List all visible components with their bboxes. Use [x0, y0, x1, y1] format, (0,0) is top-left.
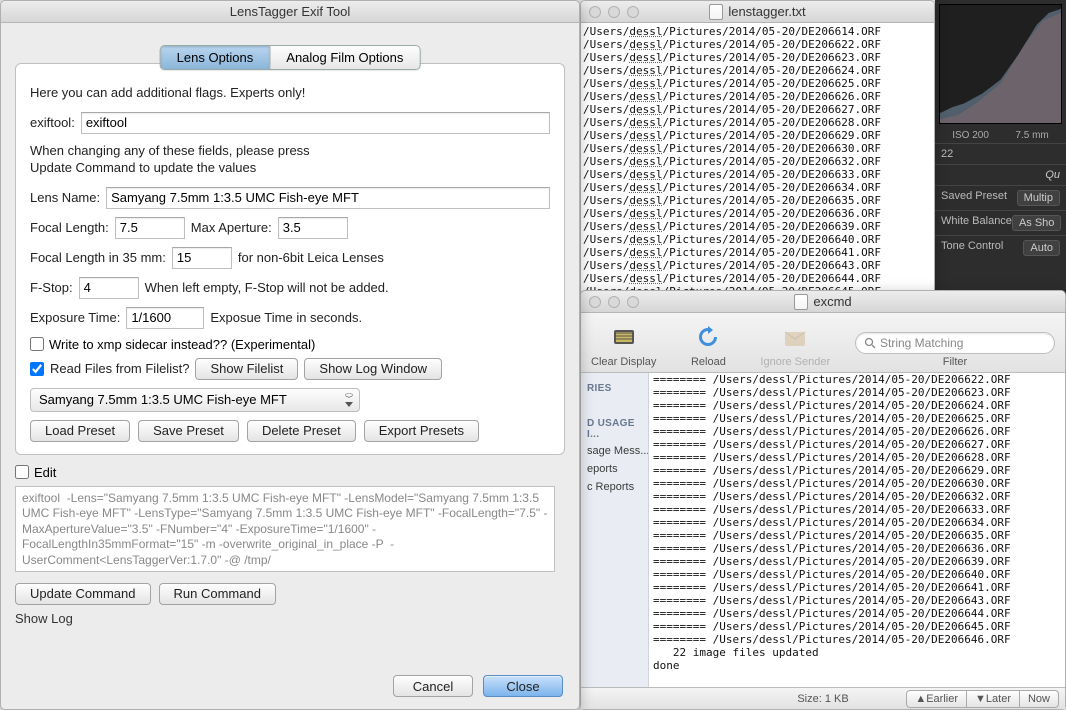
wb-label: White Balance — [941, 215, 1012, 231]
saved-preset-btn[interactable]: Multip — [1017, 190, 1060, 206]
txt-content[interactable]: /Users/dessl/Pictures/2014/05-20/DE20661… — [581, 23, 934, 295]
max-aperture-label: Max Aperture: — [191, 220, 272, 235]
lr-icon-val: 22 — [941, 148, 953, 160]
show-filelist-button[interactable]: Show Filelist — [195, 358, 298, 380]
read-filelist-checkbox[interactable] — [30, 362, 44, 376]
exposure-input[interactable] — [126, 307, 204, 329]
focal-length-label: Focal Length: — [30, 220, 109, 235]
close-icon[interactable] — [589, 296, 601, 308]
focal-label: 7.5 mm — [1015, 130, 1048, 141]
lenstagger-txt-window: lenstagger.txt /Users/dessl/Pictures/201… — [580, 0, 935, 296]
focal-35-label: Focal Length in 35 mm: — [30, 250, 166, 265]
window-title: LensTagger Exif Tool — [230, 4, 350, 19]
status-size: Size: 1 KB — [797, 693, 848, 705]
sidebar-item[interactable]: c Reports — [581, 478, 648, 496]
zoom-icon[interactable] — [627, 6, 639, 18]
save-preset-button[interactable]: Save Preset — [138, 420, 239, 442]
focal-35-suffix: for non-6bit Leica Lenses — [238, 250, 384, 265]
saved-preset-label: Saved Preset — [941, 190, 1007, 206]
lightroom-panel: ISO 200 7.5 mm 22 Qu Saved Preset Multip… — [935, 0, 1066, 296]
exiftool-label: exiftool: — [30, 115, 75, 130]
filter-section: String Matching Filter — [855, 332, 1055, 368]
ex-titlebar[interactable]: excmd — [581, 291, 1065, 313]
lens-name-label: Lens Name: — [30, 190, 100, 205]
zoom-icon[interactable] — [627, 296, 639, 308]
show-log-window-button[interactable]: Show Log Window — [304, 358, 442, 380]
wb-btn[interactable]: As Sho — [1012, 215, 1061, 231]
iso-label: ISO 200 — [952, 130, 989, 141]
txt-title: lenstagger.txt — [728, 4, 805, 19]
tabs: Lens Options Analog Film Options — [160, 45, 421, 70]
document-icon — [794, 294, 808, 310]
tab-lens-options[interactable]: Lens Options — [161, 46, 271, 69]
ex-title: excmd — [813, 294, 851, 309]
focal-35-input[interactable] — [172, 247, 232, 269]
tone-btn[interactable]: Auto — [1023, 240, 1060, 256]
update-command-button[interactable]: Update Command — [15, 583, 151, 605]
intro-text: Here you can add additional flags. Exper… — [30, 84, 550, 102]
minimize-icon[interactable] — [608, 6, 620, 18]
cancel-button[interactable]: Cancel — [393, 675, 473, 697]
quick-heading: Qu — [935, 164, 1066, 185]
search-icon — [864, 337, 876, 349]
write-xmp-label: Write to xmp sidecar instead?? (Experime… — [49, 337, 315, 352]
later-button[interactable]: ▼ Later — [967, 690, 1020, 708]
fstop-label: F-Stop: — [30, 280, 73, 295]
focal-length-input[interactable] — [115, 217, 185, 239]
main-titlebar[interactable]: LensTagger Exif Tool — [1, 1, 579, 23]
close-icon[interactable] — [589, 6, 601, 18]
edit-checkbox[interactable] — [15, 465, 29, 479]
fstop-suffix: When left empty, F-Stop will not be adde… — [145, 280, 389, 295]
read-filelist-label: Read Files from Filelist? — [50, 361, 189, 376]
minimize-icon[interactable] — [608, 296, 620, 308]
sidebar-item[interactable]: eports — [581, 460, 648, 478]
lenstagger-window: LensTagger Exif Tool Lens Options Analog… — [0, 0, 580, 710]
sidebar-item[interactable]: sage Mess... — [581, 442, 648, 460]
status-bar: Size: 1 KB ▲ Earlier ▼ Later Now — [581, 687, 1065, 709]
fstop-input[interactable] — [79, 277, 139, 299]
reload-button[interactable]: Reload — [680, 322, 736, 368]
exiftool-input[interactable] — [81, 112, 550, 134]
tone-label: Tone Control — [941, 240, 1003, 256]
lens-name-input[interactable] — [106, 187, 550, 209]
ignore-sender-button: Ignore Sender — [760, 322, 830, 368]
now-button[interactable]: Now — [1020, 690, 1059, 708]
show-log-link[interactable]: Show Log — [15, 611, 565, 626]
load-preset-button[interactable]: Load Preset — [30, 420, 130, 442]
max-aperture-input[interactable] — [278, 217, 348, 239]
histogram — [939, 4, 1062, 124]
command-textarea[interactable]: exiftool -Lens="Samyang 7.5mm 1:3.5 UMC … — [15, 486, 555, 572]
close-button[interactable]: Close — [483, 675, 563, 697]
export-presets-button[interactable]: Export Presets — [364, 420, 479, 442]
txt-titlebar[interactable]: lenstagger.txt — [581, 1, 934, 23]
earlier-button[interactable]: ▲ Earlier — [906, 690, 967, 708]
ex-sidebar[interactable]: RIES D USAGE I... sage Mess... eports c … — [581, 373, 649, 687]
ex-log-content[interactable]: ======== /Users/dessl/Pictures/2014/05-2… — [649, 373, 1065, 687]
search-input[interactable]: String Matching — [855, 332, 1055, 354]
exposure-suffix: Exposue Time in seconds. — [210, 310, 362, 325]
when-changing-text: When changing any of these fields, pleas… — [30, 142, 550, 177]
exposure-label: Exposure Time: — [30, 310, 120, 325]
edit-label: Edit — [34, 465, 56, 480]
tab-analog-film[interactable]: Analog Film Options — [270, 46, 419, 69]
excmd-window: excmd Clear Display Reload Ignore Sender… — [580, 290, 1066, 710]
document-icon — [709, 4, 723, 20]
sidebar-section: RIES — [581, 379, 648, 396]
run-command-button[interactable]: Run Command — [159, 583, 276, 605]
preset-select[interactable]: Samyang 7.5mm 1:3.5 UMC Fish-eye MFT — [30, 388, 360, 412]
sidebar-section: D USAGE I... — [581, 414, 648, 442]
clear-display-button[interactable]: Clear Display — [591, 322, 656, 368]
write-xmp-checkbox[interactable] — [30, 337, 44, 351]
delete-preset-button[interactable]: Delete Preset — [247, 420, 356, 442]
preset-selected: Samyang 7.5mm 1:3.5 UMC Fish-eye MFT — [39, 392, 287, 407]
